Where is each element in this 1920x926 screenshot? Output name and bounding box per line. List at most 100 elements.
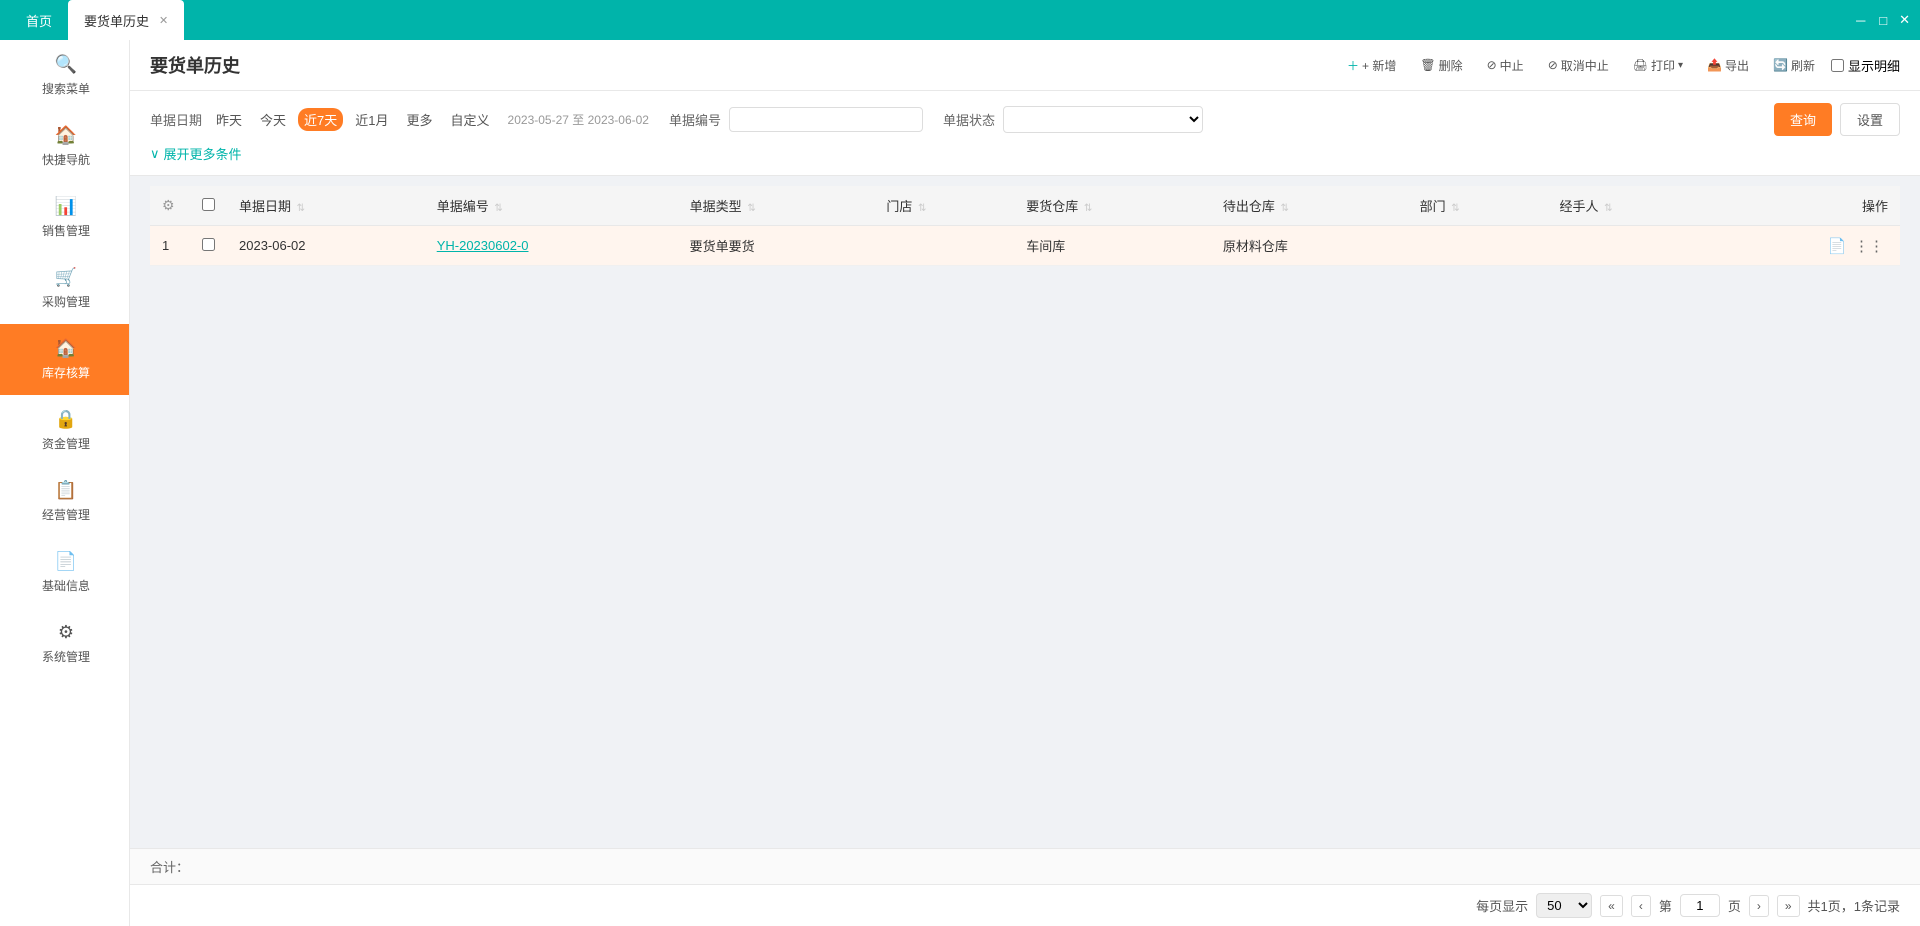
sidebar-item-system-mgmt[interactable]: ⚙ 系统管理	[0, 608, 129, 679]
tab-home-label: 首页	[26, 11, 52, 30]
sidebar-item-inventory-calc-label: 库存核算	[42, 364, 90, 381]
th-checkbox	[190, 186, 227, 226]
th-operation-label: 操作	[1862, 199, 1888, 214]
window-minimize-btn[interactable]: －	[1854, 11, 1867, 30]
sidebar-item-operations-mgmt[interactable]: 📋 经营管理	[0, 466, 129, 537]
date-options: 昨天 今天 近7天 近1月 更多 自定义	[210, 108, 496, 131]
sort-department-icon[interactable]: ⇅	[1451, 203, 1459, 214]
th-department: 部门 ⇅	[1408, 186, 1548, 226]
date-opt-custom[interactable]: 自定义	[445, 108, 496, 131]
sidebar-item-base-info[interactable]: 📄 基础信息	[0, 537, 129, 608]
print-button[interactable]: 🖨 打印 ▾	[1625, 53, 1691, 78]
tab-requisition-history[interactable]: 要货单历史 ✕	[68, 0, 184, 40]
date-opt-yesterday[interactable]: 昨天	[210, 108, 248, 131]
sort-handler-icon[interactable]: ⇅	[1604, 203, 1612, 214]
row-date: 2023-06-02	[227, 226, 425, 266]
status-filter: 单据状态	[943, 106, 1203, 133]
row-checkbox[interactable]	[202, 238, 215, 251]
sort-pending-warehouse-icon[interactable]: ⇅	[1281, 203, 1289, 214]
sort-date-icon[interactable]: ⇅	[297, 203, 305, 214]
sidebar-item-inventory-calc[interactable]: 🏠 库存核算	[0, 324, 129, 395]
date-range-display: 2023-05-27 至 2023-06-02	[508, 111, 649, 128]
th-pending-warehouse: 待出仓库 ⇅	[1211, 186, 1408, 226]
date-filter-label: 单据日期	[150, 110, 202, 129]
inventory-calc-icon: 🏠	[55, 338, 77, 359]
expand-more-btn[interactable]: ∨ 展开更多条件	[150, 144, 1900, 163]
th-handler-label: 经手人	[1559, 199, 1598, 214]
page-input[interactable]	[1680, 894, 1720, 917]
new-label: + 新增	[1362, 57, 1396, 74]
export-button[interactable]: 📤 导出	[1699, 53, 1757, 78]
sort-req-warehouse-icon[interactable]: ⇅	[1084, 203, 1092, 214]
sidebar-item-operations-mgmt-label: 经营管理	[42, 506, 90, 523]
th-department-label: 部门	[1420, 199, 1446, 214]
sidebar-item-finance-mgmt[interactable]: 🔒 资金管理	[0, 395, 129, 466]
row-pending-warehouse: 原材料仓库	[1211, 226, 1408, 266]
date-opt-last1month[interactable]: 近1月	[349, 108, 394, 131]
tab-home[interactable]: 首页	[10, 0, 68, 40]
delete-icon: 🗑	[1420, 58, 1435, 72]
sidebar-item-sales-mgmt[interactable]: 📊 销售管理	[0, 182, 129, 253]
export-icon: 📤	[1707, 58, 1722, 72]
next-page-btn[interactable]: ›	[1749, 895, 1769, 917]
th-handler: 经手人 ⇅	[1547, 186, 1715, 226]
sidebar-item-base-info-label: 基础信息	[42, 577, 90, 594]
delete-button[interactable]: 🗑 删除	[1412, 53, 1470, 78]
prev-page-btn[interactable]: ‹	[1631, 895, 1651, 917]
date-opt-more[interactable]: 更多	[401, 108, 439, 131]
date-opt-last7days[interactable]: 近7天	[298, 108, 343, 131]
top-bar-right: － □ ✕	[1854, 11, 1910, 30]
th-bill-no: 单据编号 ⇅	[425, 186, 678, 226]
th-store: 门店 ⇅	[874, 186, 1014, 226]
window-maximize-btn[interactable]: □	[1879, 13, 1887, 28]
cancel-stop-button[interactable]: ⊘ 取消中止	[1540, 53, 1617, 78]
sort-bill-no-icon[interactable]: ⇅	[494, 203, 502, 214]
sidebar-item-purchase-mgmt-label: 采购管理	[42, 293, 90, 310]
query-button[interactable]: 查询	[1774, 103, 1832, 136]
filter-row: 单据日期 昨天 今天 近7天 近1月 更多 自定义 2023-05-27 至 2…	[150, 103, 1900, 136]
row-bill-no-link[interactable]: YH-20230602-0	[437, 238, 529, 253]
row-more-icon[interactable]: ⋮⋮	[1854, 238, 1884, 255]
row-edit-icon[interactable]: 📄	[1828, 238, 1847, 255]
sort-store-icon[interactable]: ⇅	[918, 203, 926, 214]
th-bill-type: 单据类型 ⇅	[678, 186, 875, 226]
sidebar-item-finance-mgmt-label: 资金管理	[42, 435, 90, 452]
new-button[interactable]: ＋ + 新增	[1339, 53, 1404, 78]
quick-nav-icon: 🏠	[55, 125, 77, 146]
refresh-icon: 🔄	[1773, 58, 1788, 72]
sidebar-item-purchase-mgmt[interactable]: 🛒 采购管理	[0, 253, 129, 324]
stop-button[interactable]: ⊘ 中止	[1479, 53, 1532, 78]
th-pending-warehouse-label: 待出仓库	[1223, 199, 1275, 214]
date-opt-today[interactable]: 今天	[254, 108, 292, 131]
window-close-btn[interactable]: ✕	[1899, 12, 1910, 28]
page-size-select[interactable]: 50 100	[1536, 893, 1592, 918]
sidebar-item-search-menu[interactable]: 🔍 搜索菜单	[0, 40, 129, 111]
status-select[interactable]	[1003, 106, 1203, 133]
bill-no-filter: 单据编号	[669, 107, 923, 132]
table-header-row: ⚙ 单据日期 ⇅ 单据编号 ⇅	[150, 186, 1900, 226]
page-title: 要货单历史	[150, 52, 240, 78]
table-area: ⚙ 单据日期 ⇅ 单据编号 ⇅	[130, 176, 1920, 848]
date-filter: 单据日期 昨天 今天 近7天 近1月 更多 自定义 2023-05-27 至 2…	[150, 108, 649, 131]
page-header: 要货单历史 ＋ + 新增 🗑 删除 ⊘ 中止 ⊘ 取消中止	[130, 40, 1920, 91]
bill-no-input[interactable]	[729, 107, 923, 132]
th-bill-no-label: 单据编号	[437, 199, 489, 214]
row-store	[874, 226, 1014, 266]
toolbar: ＋ + 新增 🗑 删除 ⊘ 中止 ⊘ 取消中止 🖨 打印	[1339, 53, 1900, 78]
show-detail-checkbox[interactable]	[1831, 59, 1844, 72]
show-detail-checkbox-label[interactable]: 显示明细	[1831, 56, 1900, 75]
column-settings-icon[interactable]: ⚙	[162, 197, 175, 213]
settings-button[interactable]: 设置	[1840, 103, 1900, 136]
last-page-btn[interactable]: »	[1777, 895, 1800, 917]
sales-mgmt-icon: 📊	[55, 196, 77, 217]
select-all-checkbox[interactable]	[202, 198, 215, 211]
main-layout: 🔍 搜索菜单 🏠 快捷导航 📊 销售管理 🛒 采购管理 🏠 库存核算 🔒 资金管…	[0, 40, 1920, 926]
first-page-btn[interactable]: «	[1600, 895, 1623, 917]
action-buttons: 查询 设置	[1774, 103, 1900, 136]
stop-icon: ⊘	[1487, 58, 1497, 72]
sidebar-item-quick-nav[interactable]: 🏠 快捷导航	[0, 111, 129, 182]
per-page-label: 每页显示	[1476, 896, 1528, 915]
tab-close-icon[interactable]: ✕	[159, 14, 168, 27]
sort-bill-type-icon[interactable]: ⇅	[747, 203, 755, 214]
refresh-button[interactable]: 🔄 刷新	[1765, 53, 1823, 78]
